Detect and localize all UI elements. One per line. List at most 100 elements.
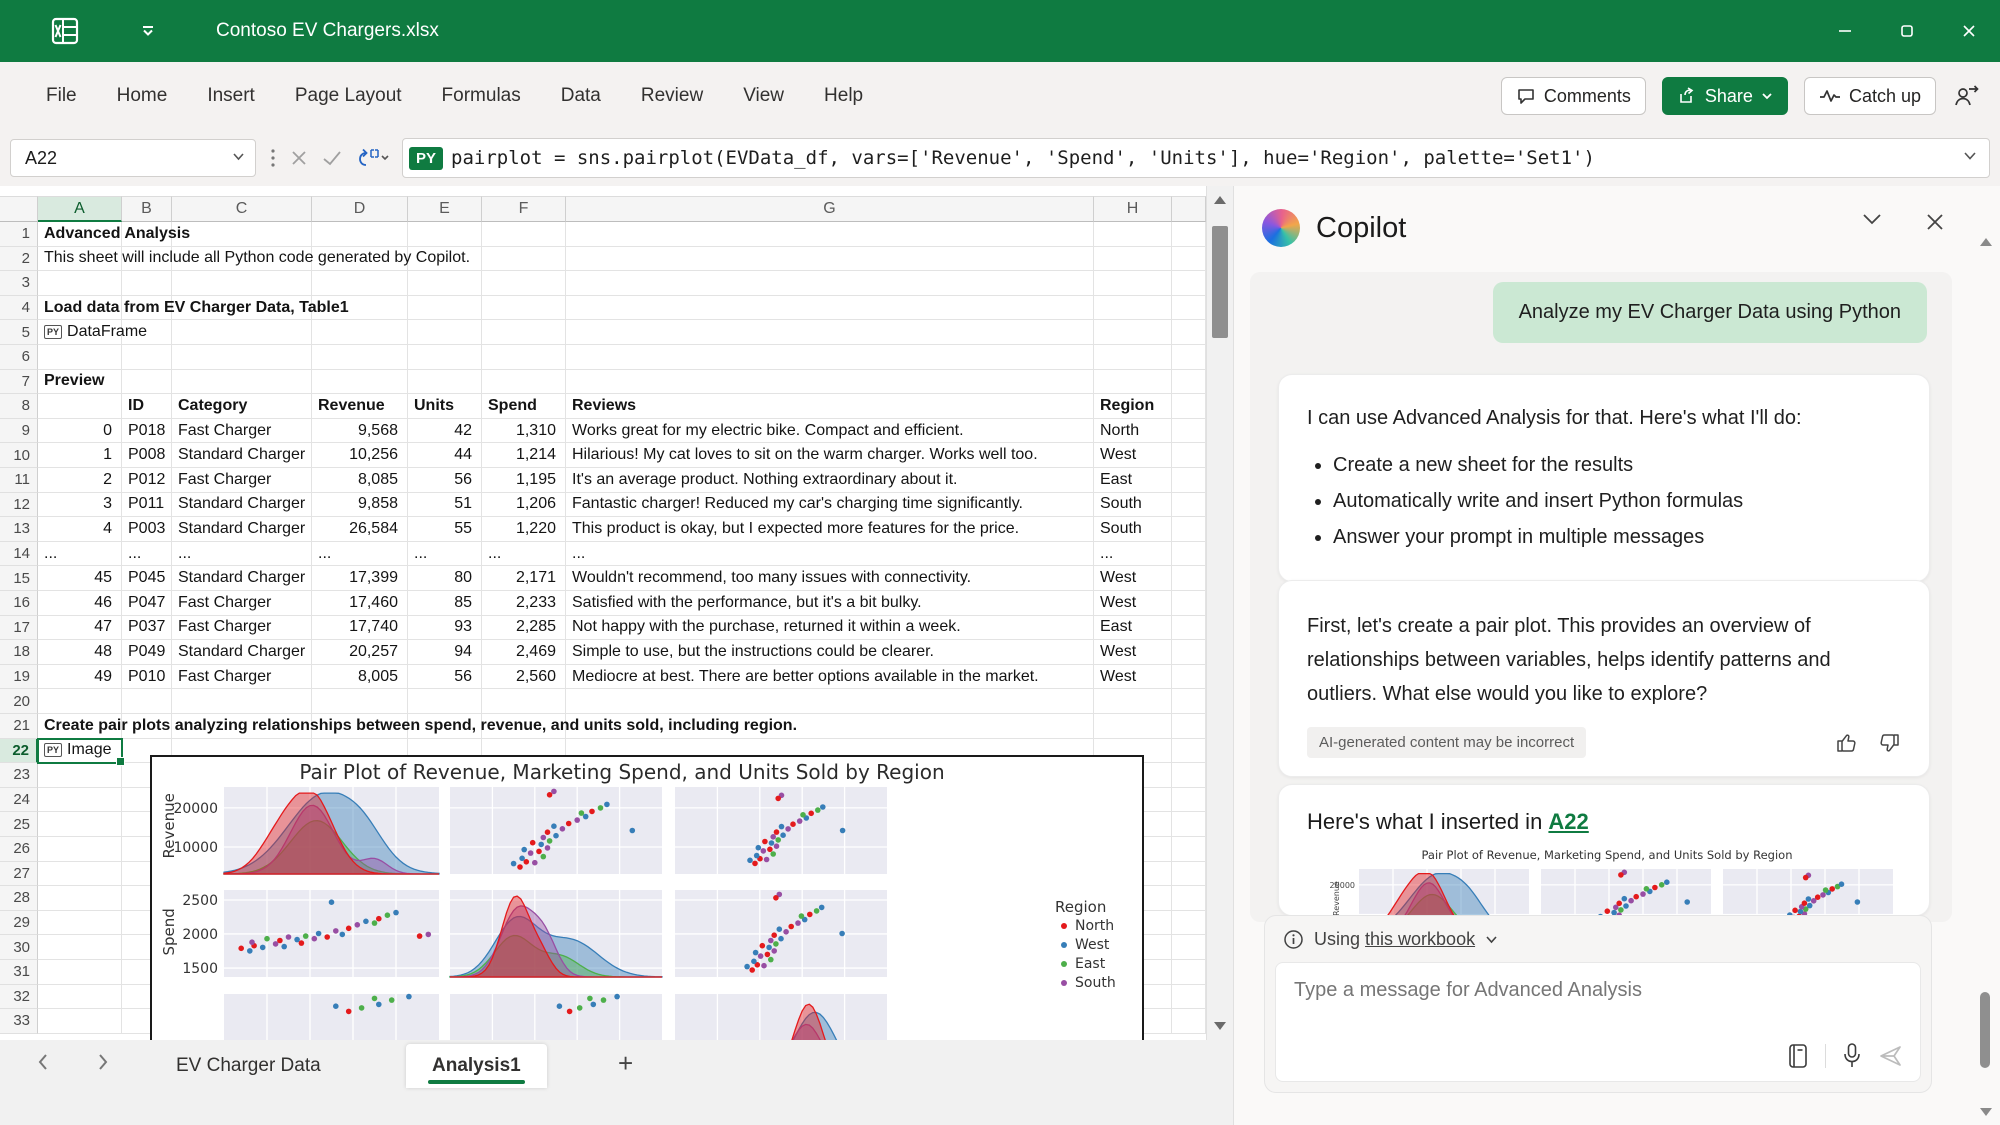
cell[interactable]: 85 (408, 591, 482, 616)
row-header-14[interactable]: 14 (0, 542, 38, 567)
cell[interactable] (482, 320, 566, 345)
cell[interactable]: 80 (408, 566, 482, 591)
microphone-icon[interactable] (1842, 1042, 1862, 1069)
cell[interactable] (408, 345, 482, 370)
cell[interactable]: 4 (38, 517, 122, 542)
cell[interactable] (1094, 370, 1172, 395)
copilot-message-input[interactable]: Type a message for Advanced Analysis (1275, 962, 1921, 1082)
thumbs-down-icon[interactable] (1877, 731, 1901, 755)
cell[interactable] (1172, 665, 1206, 690)
scroll-up-icon[interactable] (1211, 192, 1229, 210)
cell[interactable] (1094, 296, 1172, 321)
cell[interactable]: ... (566, 542, 1094, 567)
cell[interactable] (1172, 394, 1206, 419)
cell[interactable] (38, 862, 122, 887)
cell[interactable]: Preview (38, 370, 122, 395)
cell[interactable] (1172, 443, 1206, 468)
cell[interactable]: 45 (38, 566, 122, 591)
column-header-F[interactable]: F (482, 196, 566, 222)
cell[interactable]: Standard Charger (172, 566, 312, 591)
formula-input[interactable]: PY pairplot = sns.pairplot(EVData_df, va… (402, 138, 1990, 178)
row-header-23[interactable]: 23 (0, 763, 38, 788)
cell[interactable] (38, 837, 122, 862)
row-header-22[interactable]: 22 (0, 739, 38, 764)
cell[interactable] (1172, 591, 1206, 616)
cell[interactable] (38, 812, 122, 837)
copilot-scrollbar[interactable] (1977, 230, 1993, 1120)
cell[interactable]: PYImage (38, 739, 122, 764)
cell[interactable] (38, 911, 122, 936)
cell[interactable] (1172, 640, 1206, 665)
cell[interactable] (482, 247, 566, 272)
cell[interactable]: P045 (122, 566, 172, 591)
cell[interactable] (172, 689, 312, 714)
cell[interactable] (408, 689, 482, 714)
ribbon-tab-insert[interactable]: Insert (207, 85, 255, 107)
inserted-chart-preview[interactable]: Pair Plot of Revenue, Marketing Spend, a… (1307, 849, 1901, 916)
cell[interactable]: Units (408, 394, 482, 419)
cell[interactable]: 26,584 (312, 517, 408, 542)
ribbon-tab-view[interactable]: View (743, 85, 784, 107)
cell[interactable] (1172, 493, 1206, 518)
cell[interactable] (482, 271, 566, 296)
catch-up-button[interactable]: Catch up (1804, 77, 1936, 115)
copilot-scroll-up-icon[interactable] (1979, 236, 1993, 248)
cell[interactable] (38, 886, 122, 911)
cell[interactable]: 42 (408, 419, 482, 444)
cell[interactable]: West (1094, 640, 1172, 665)
cell[interactable]: Standard Charger (172, 640, 312, 665)
cell[interactable]: South (1094, 493, 1172, 518)
cell[interactable] (1172, 271, 1206, 296)
prompt-library-icon[interactable] (1787, 1043, 1809, 1069)
thumbs-up-icon[interactable] (1835, 731, 1859, 755)
ribbon-tab-data[interactable]: Data (561, 85, 601, 107)
cell[interactable] (566, 222, 1094, 247)
share-people-icon[interactable] (1952, 83, 1980, 109)
cell[interactable]: 3 (38, 493, 122, 518)
cell[interactable] (1094, 247, 1172, 272)
cell[interactable] (122, 345, 172, 370)
row-header-28[interactable]: 28 (0, 886, 38, 911)
cell[interactable]: West (1094, 566, 1172, 591)
cell[interactable]: P008 (122, 443, 172, 468)
row-header-9[interactable]: 9 (0, 419, 38, 444)
cell[interactable]: ... (408, 542, 482, 567)
cell[interactable] (566, 271, 1094, 296)
send-icon[interactable] (1878, 1044, 1904, 1068)
cell[interactable]: P011 (122, 493, 172, 518)
cell[interactable] (482, 296, 566, 321)
cell[interactable] (1172, 788, 1206, 813)
cell[interactable]: 10,256 (312, 443, 408, 468)
row-header-24[interactable]: 24 (0, 788, 38, 813)
cell[interactable]: Wouldn't recommend, too many issues with… (566, 566, 1094, 591)
cell[interactable]: Category (172, 394, 312, 419)
cell[interactable] (566, 247, 1094, 272)
cell[interactable]: 1,310 (482, 419, 566, 444)
cell[interactable]: Region (1094, 394, 1172, 419)
cell[interactable] (1172, 419, 1206, 444)
cell[interactable] (38, 394, 122, 419)
cell[interactable]: ... (122, 542, 172, 567)
cell[interactable]: 0 (38, 419, 122, 444)
cell[interactable] (1172, 468, 1206, 493)
cell[interactable] (482, 222, 566, 247)
cell[interactable]: 49 (38, 665, 122, 690)
cell[interactable] (38, 763, 122, 788)
cell[interactable] (1094, 689, 1172, 714)
row-header-30[interactable]: 30 (0, 935, 38, 960)
row-header-11[interactable]: 11 (0, 468, 38, 493)
comments-button[interactable]: Comments (1501, 77, 1646, 115)
cell[interactable]: Spend (482, 394, 566, 419)
row-header-17[interactable]: 17 (0, 616, 38, 641)
cell[interactable]: 56 (408, 468, 482, 493)
column-header-G[interactable]: G (566, 196, 1094, 222)
cell[interactable] (172, 320, 312, 345)
cell[interactable] (566, 345, 1094, 370)
cell[interactable]: 8,005 (312, 665, 408, 690)
cell[interactable] (122, 370, 172, 395)
cell[interactable] (38, 960, 122, 985)
cell[interactable] (1172, 960, 1206, 985)
row-header-20[interactable]: 20 (0, 689, 38, 714)
cell[interactable]: ... (172, 542, 312, 567)
cell[interactable] (38, 1009, 122, 1034)
